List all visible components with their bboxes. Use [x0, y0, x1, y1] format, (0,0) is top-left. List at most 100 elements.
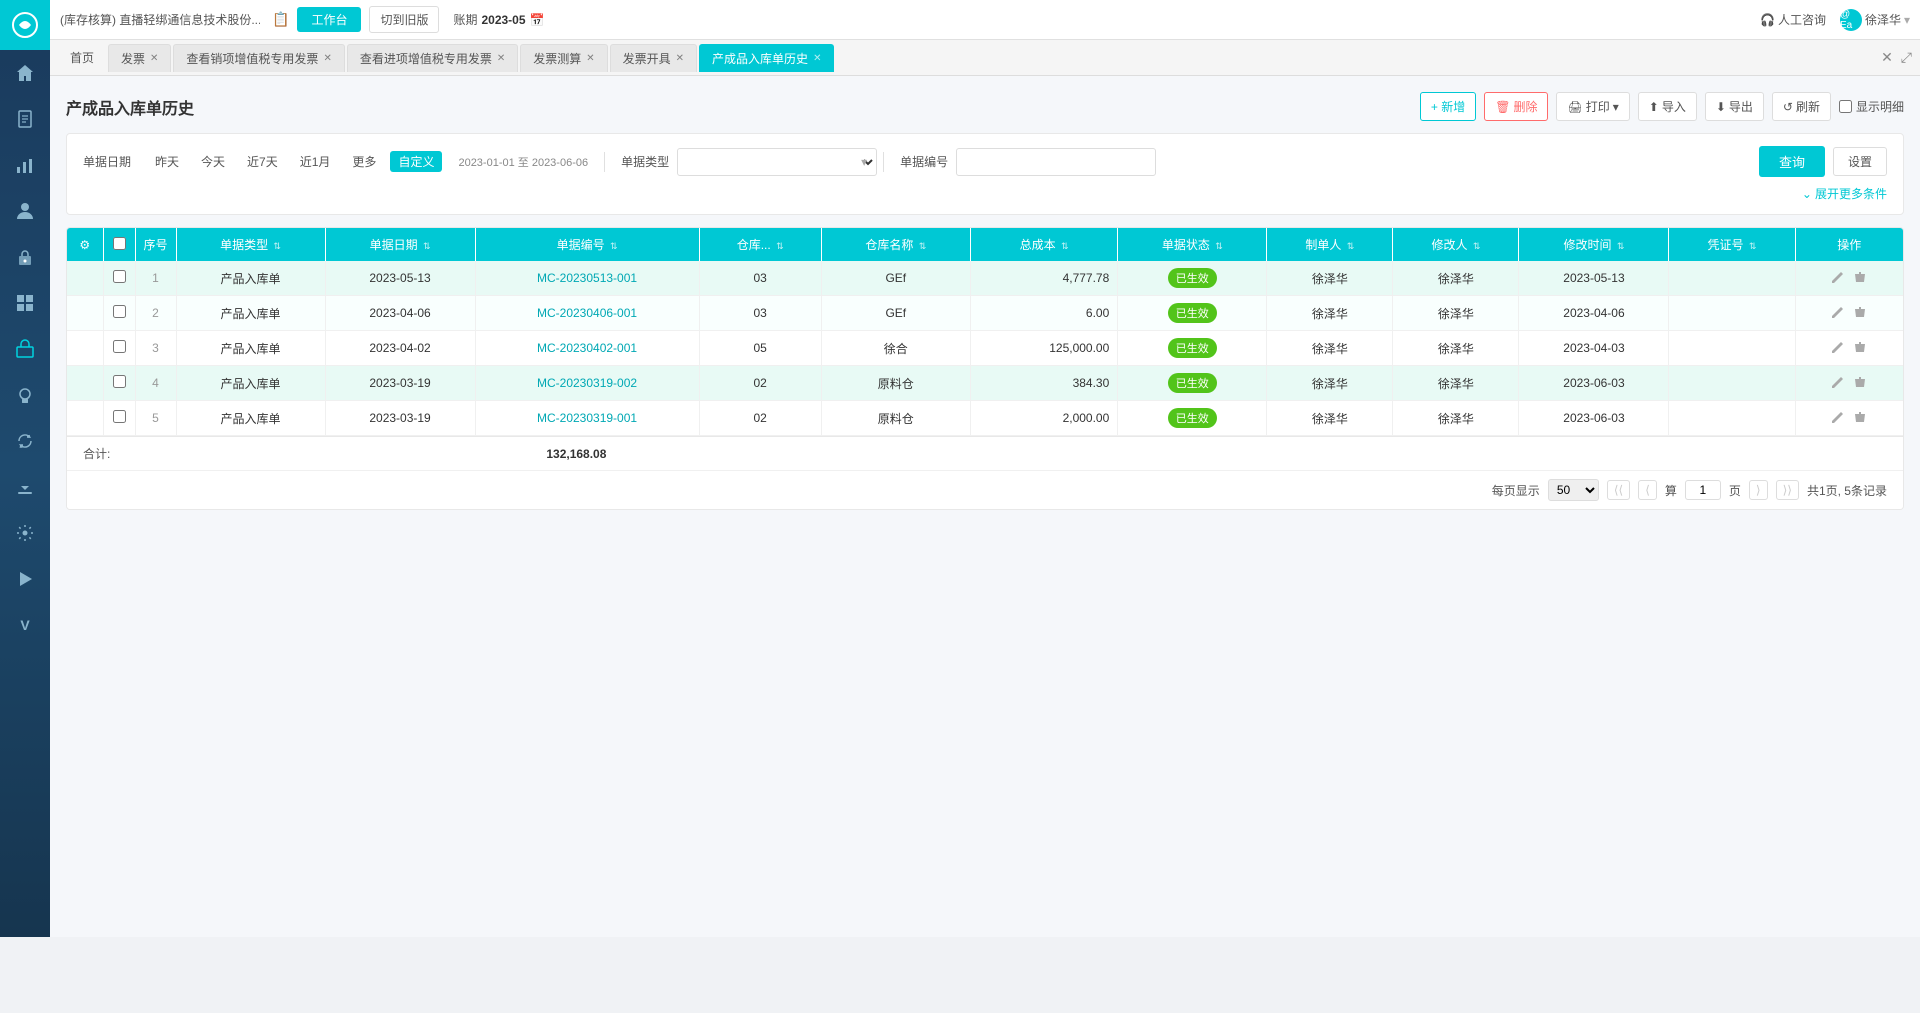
th-voucher[interactable]: 凭证号 ⇅	[1669, 228, 1795, 261]
shortcut-more[interactable]: 更多	[344, 151, 384, 172]
th-cost[interactable]: 总成本 ⇅	[970, 228, 1117, 261]
row-checkbox-cell[interactable]	[103, 296, 135, 331]
import-button[interactable]: ⬆ 导入	[1638, 92, 1697, 121]
sidebar-item-person[interactable]	[0, 188, 50, 234]
th-wh-name[interactable]: 仓库名称 ⇅	[821, 228, 970, 261]
company-name[interactable]: (库存核算) 直播轻绑通信息技术股份... ▾	[60, 11, 260, 28]
th-number[interactable]: 单据编号 ⇅	[475, 228, 699, 261]
export-button[interactable]: ⬇ 导出	[1705, 92, 1764, 121]
edit-icon[interactable]	[1831, 271, 1849, 287]
type-filter-select[interactable]	[677, 148, 877, 176]
delete-button[interactable]: 🗑 删除	[1484, 92, 1548, 121]
edit-icon[interactable]	[1831, 341, 1849, 357]
row-number[interactable]: MC-20230513-001	[475, 261, 699, 296]
refresh-button[interactable]: ↺ 刷新	[1772, 92, 1831, 121]
row-checkbox[interactable]	[113, 270, 126, 283]
shortcut-yesterday[interactable]: 昨天	[147, 151, 187, 172]
user-menu[interactable]: @ Ea 徐泽华 ▾	[1840, 9, 1910, 31]
tab-history[interactable]: 产成品入库单历史 ✕	[699, 44, 834, 72]
tab-maximize[interactable]: ⤢	[1901, 49, 1912, 66]
row-number[interactable]: MC-20230402-001	[475, 331, 699, 366]
th-date[interactable]: 单据日期 ⇅	[325, 228, 475, 261]
query-button[interactable]: 查询	[1759, 146, 1825, 177]
sidebar-item-chart[interactable]	[0, 142, 50, 188]
row-checkbox[interactable]	[113, 375, 126, 388]
tab-history-close[interactable]: ✕	[813, 53, 821, 64]
tab-check-input[interactable]: 查看进项增值税专用发票 ✕	[347, 44, 518, 72]
th-checkbox[interactable]	[103, 228, 135, 261]
next-page-button[interactable]: ⟩	[1749, 480, 1768, 500]
tab-close-all[interactable]: ✕	[1881, 49, 1893, 66]
sidebar-item-home[interactable]	[0, 50, 50, 96]
app-logo[interactable]	[0, 0, 50, 50]
page-size-select[interactable]: 50 100	[1548, 479, 1599, 501]
sidebar-item-refresh[interactable]	[0, 418, 50, 464]
th-creator[interactable]: 制单人 ⇅	[1267, 228, 1393, 261]
column-settings-icon[interactable]: ⚙	[79, 238, 90, 252]
tab-open-close[interactable]: ✕	[676, 53, 684, 64]
sidebar-item-play[interactable]	[0, 556, 50, 602]
delete-row-icon[interactable]	[1853, 411, 1867, 427]
select-all-checkbox[interactable]	[113, 237, 126, 250]
print-dropdown-icon[interactable]: ▾	[1613, 100, 1619, 114]
shortcut-7days[interactable]: 近7天	[239, 151, 286, 172]
th-modifier[interactable]: 修改人 ⇅	[1393, 228, 1519, 261]
tab-invoice-close[interactable]: ✕	[150, 53, 158, 64]
shortcut-custom[interactable]: 自定义	[390, 151, 442, 172]
row-checkbox-cell[interactable]	[103, 401, 135, 436]
sidebar-item-lock[interactable]	[0, 234, 50, 280]
tab-calc-close[interactable]: ✕	[586, 53, 594, 64]
tab-invoice[interactable]: 发票 ✕	[108, 44, 171, 72]
sidebar-item-v[interactable]: V	[0, 602, 50, 648]
sidebar-item-inventory[interactable]	[0, 326, 50, 372]
th-type[interactable]: 单据类型 ⇅	[176, 228, 325, 261]
delete-row-icon[interactable]	[1853, 376, 1867, 392]
sidebar-item-settings[interactable]	[0, 510, 50, 556]
last-page-button[interactable]: ⟩⟩	[1776, 480, 1799, 500]
number-filter-input[interactable]	[956, 148, 1156, 176]
edit-icon[interactable]	[1831, 306, 1849, 322]
th-status[interactable]: 单据状态 ⇅	[1118, 228, 1267, 261]
shortcut-today[interactable]: 今天	[193, 151, 233, 172]
new-button[interactable]: + 新增	[1420, 92, 1476, 121]
row-checkbox-cell[interactable]	[103, 366, 135, 401]
row-checkbox-cell[interactable]	[103, 261, 135, 296]
th-wh-code[interactable]: 仓库... ⇅	[699, 228, 821, 261]
print-button[interactable]: 🖨 打印 ▾	[1556, 92, 1629, 121]
delete-row-icon[interactable]	[1853, 271, 1867, 287]
workbench-button[interactable]: 工作台	[297, 7, 361, 32]
tab-home[interactable]: 首页	[58, 44, 106, 72]
row-checkbox[interactable]	[113, 410, 126, 423]
current-page-input[interactable]	[1685, 480, 1721, 500]
first-page-button[interactable]: ⟨⟨	[1607, 480, 1630, 500]
sidebar-item-grid[interactable]	[0, 280, 50, 326]
expand-filter-button[interactable]: ⌄ 展开更多条件	[1802, 185, 1887, 202]
prev-page-button[interactable]: ⟨	[1638, 480, 1657, 500]
tab-check-output-close[interactable]: ✕	[323, 53, 331, 64]
edit-icon[interactable]	[1831, 376, 1849, 392]
row-number[interactable]: MC-20230319-001	[475, 401, 699, 436]
delete-row-icon[interactable]	[1853, 341, 1867, 357]
show-detail-checkbox[interactable]: 显示明细	[1839, 98, 1904, 115]
delete-row-icon[interactable]	[1853, 306, 1867, 322]
th-settings[interactable]: ⚙	[67, 228, 103, 261]
shortcut-1month[interactable]: 近1月	[292, 151, 339, 172]
help-button[interactable]: 🎧 人工咨询	[1760, 11, 1826, 28]
edit-icon[interactable]	[1831, 411, 1849, 427]
tab-calc[interactable]: 发票测算 ✕	[520, 44, 607, 72]
row-number[interactable]: MC-20230406-001	[475, 296, 699, 331]
row-number[interactable]: MC-20230319-002	[475, 366, 699, 401]
tab-open[interactable]: 发票开具 ✕	[610, 44, 697, 72]
tab-check-input-close[interactable]: ✕	[497, 53, 505, 64]
show-detail-input[interactable]	[1839, 100, 1852, 113]
row-checkbox[interactable]	[113, 305, 126, 318]
sidebar-item-stamp[interactable]	[0, 372, 50, 418]
th-modify-time[interactable]: 修改时间 ⇅	[1519, 228, 1669, 261]
sidebar-item-download[interactable]	[0, 464, 50, 510]
row-checkbox[interactable]	[113, 340, 126, 353]
tab-check-output[interactable]: 查看销项增值税专用发票 ✕	[173, 44, 344, 72]
switch-version-button[interactable]: 切到旧版	[369, 6, 439, 33]
row-checkbox-cell[interactable]	[103, 331, 135, 366]
filter-setting-button[interactable]: 设置	[1833, 147, 1887, 176]
calendar-icon[interactable]: 📅	[530, 13, 545, 27]
